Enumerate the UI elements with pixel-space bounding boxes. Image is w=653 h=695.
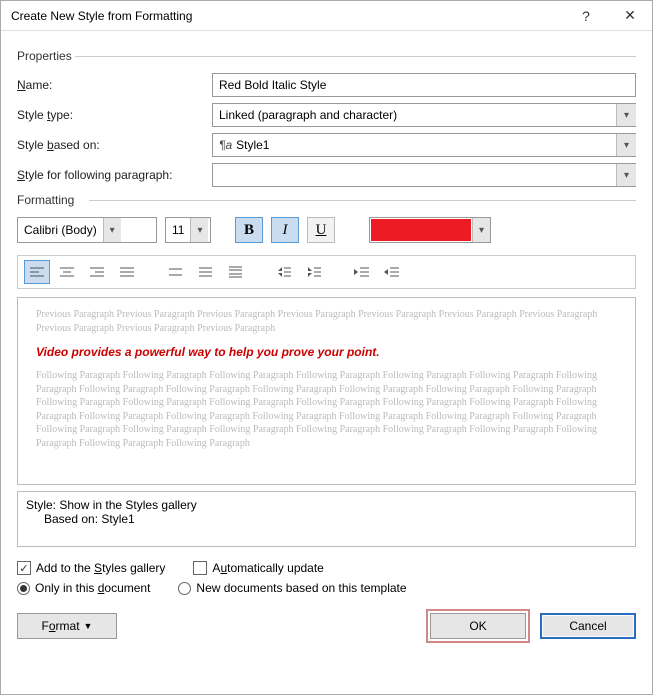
space-before-increase-button[interactable] (270, 260, 296, 284)
name-label: Name: (17, 78, 212, 92)
decrease-indent-button[interactable] (348, 260, 374, 284)
style-description-line2: Based on: Style1 (26, 512, 627, 526)
style-type-select[interactable]: Linked (paragraph and character) ▾ (212, 103, 636, 127)
space-before-decrease-button[interactable] (300, 260, 326, 284)
chevron-down-icon: ▾ (616, 164, 636, 186)
font-combo[interactable]: Calibri (Body)▾ (17, 217, 157, 243)
style-type-label: Style type: (17, 108, 212, 122)
chevron-down-icon: ▾ (103, 218, 121, 242)
automatically-update-label: Automatically update (212, 561, 323, 575)
line-spacing-1-button[interactable] (162, 260, 188, 284)
add-to-gallery-label: Add to the Styles gallery (36, 561, 165, 575)
chevron-down-icon: ▾ (616, 104, 636, 126)
preview-following-text: Following Paragraph Following Paragraph … (36, 369, 617, 450)
dialog-title: Create New Style from Formatting (11, 9, 564, 23)
style-following-select[interactable]: ▾ (212, 163, 636, 187)
style-based-on-label: Style based on: (17, 138, 212, 152)
increase-indent-button[interactable] (378, 260, 404, 284)
preview-previous-text: Previous Paragraph Previous Paragraph Pr… (36, 308, 617, 335)
automatically-update-checkbox[interactable]: Automatically update (193, 561, 323, 575)
chevron-down-icon: ▾ (616, 134, 636, 156)
preview-sample-text: Video provides a powerful way to help yo… (36, 345, 617, 359)
properties-section-label: Properties (17, 49, 636, 63)
preview-pane: Previous Paragraph Previous Paragraph Pr… (17, 297, 636, 485)
bold-button[interactable]: B (235, 217, 263, 243)
cancel-button[interactable]: Cancel (540, 613, 636, 639)
font-size-combo[interactable]: 11▾ (165, 217, 211, 243)
ok-button[interactable]: OK (430, 613, 526, 639)
chevron-down-icon: ▾ (472, 218, 490, 242)
style-description-line1: Style: Show in the Styles gallery (26, 498, 627, 512)
align-center-button[interactable] (54, 260, 80, 284)
style-following-label: Style for following paragraph: (17, 168, 212, 182)
line-spacing-2-button[interactable] (222, 260, 248, 284)
style-description: Style: Show in the Styles gallery Based … (17, 491, 636, 547)
underline-button[interactable]: U (307, 217, 335, 243)
format-button[interactable]: Format▼ (17, 613, 117, 639)
only-this-document-radio[interactable]: Only in this document (17, 581, 150, 595)
help-button[interactable]: ? (564, 1, 608, 31)
name-input[interactable] (212, 73, 636, 97)
line-spacing-1-5-button[interactable] (192, 260, 218, 284)
italic-button[interactable]: I (271, 217, 299, 243)
style-based-on-select[interactable]: ¶aStyle1 ▾ (212, 133, 636, 157)
formatting-section-label: Formatting (17, 193, 636, 207)
ok-button-highlight: OK (426, 609, 530, 643)
new-documents-label: New documents based on this template (196, 581, 406, 595)
title-bar: Create New Style from Formatting ? ✕ (1, 1, 652, 31)
paragraph-toolbar (17, 255, 636, 289)
color-swatch (371, 219, 471, 241)
new-documents-radio[interactable]: New documents based on this template (178, 581, 406, 595)
chevron-down-icon: ▾ (190, 218, 208, 242)
only-this-document-label: Only in this document (35, 581, 150, 595)
align-right-button[interactable] (84, 260, 110, 284)
close-button[interactable]: ✕ (608, 1, 652, 31)
align-left-button[interactable] (24, 260, 50, 284)
add-to-gallery-checkbox[interactable]: ✓ Add to the Styles gallery (17, 561, 165, 575)
align-justify-button[interactable] (114, 260, 140, 284)
font-color-combo[interactable]: ▾ (369, 217, 491, 243)
